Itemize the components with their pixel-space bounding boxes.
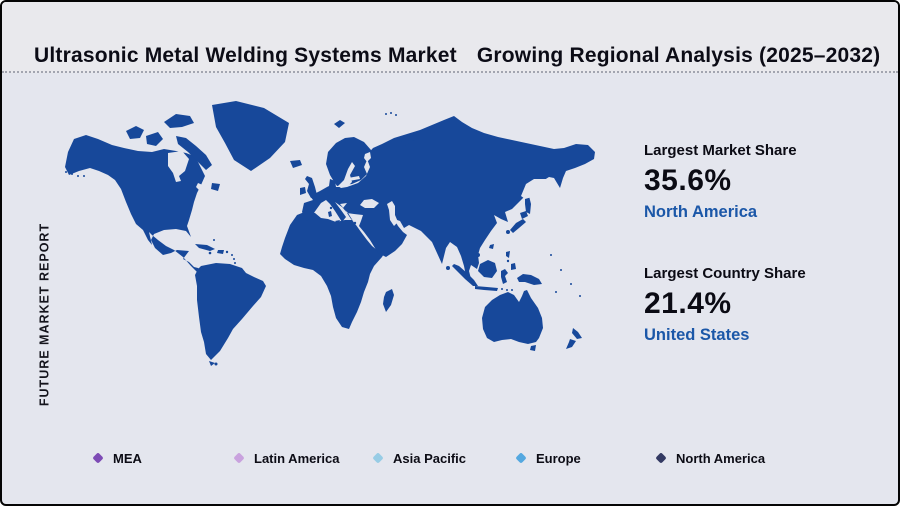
legend-diamond-latin-america (233, 452, 245, 464)
tierra-del-fuego (209, 361, 215, 366)
philippines-mindanao (511, 263, 516, 270)
franz-josef-dot3 (395, 114, 397, 116)
legend-diamond-mea (92, 452, 104, 464)
stat-region: North America (644, 203, 758, 221)
brand-vertical-label: FUTURE MARKET REPORT (37, 222, 52, 407)
philippines-dot (506, 259, 510, 263)
new-zealand-north (572, 328, 582, 339)
jamaica (208, 251, 212, 255)
aleutian-dot3 (77, 175, 79, 177)
sunda-dot3 (511, 289, 513, 291)
stat-label: Largest Country Share (644, 265, 806, 282)
header-band: Ultrasonic Metal Welding Systems Market G… (2, 2, 898, 73)
pacific-dot2 (560, 269, 562, 271)
antilles-dot2 (233, 258, 235, 260)
sunda-dot2 (506, 289, 508, 291)
legend-label: Europe (536, 450, 581, 466)
sri-lanka (446, 266, 450, 270)
cuba (195, 244, 215, 251)
japan-honshu (510, 219, 526, 233)
antilles-dot3 (234, 262, 236, 264)
ireland (300, 187, 306, 195)
legend-item-latin-america: Latin America (233, 449, 374, 467)
puerto-rico (225, 250, 229, 254)
legend-diamond-north-america (655, 452, 667, 464)
pacific-dot3 (570, 283, 572, 285)
aleutian-dot4 (83, 175, 85, 177)
pacific-dot1 (550, 254, 552, 256)
iceland (290, 160, 302, 168)
sardinia (328, 211, 332, 217)
falkland-islands (214, 362, 218, 366)
legend-label: Asia Pacific (393, 450, 466, 466)
borneo (478, 260, 497, 278)
svalbard (334, 120, 345, 128)
arctic-island-banks (126, 126, 144, 139)
legend-diamond-asia-pacific (372, 452, 384, 464)
antilles-dot1 (231, 254, 233, 256)
franz-josef-dot2 (390, 112, 392, 114)
pacific-dot4 (579, 295, 581, 297)
page-title-part1: Ultrasonic Metal Welding Systems Market (34, 44, 457, 67)
stat-largest-country-share: Largest Country Share 21.4% United State… (644, 265, 894, 345)
bahamas-dot (213, 239, 215, 241)
world-map-svg (65, 101, 595, 366)
corsica (329, 206, 333, 210)
australia (482, 290, 543, 344)
new-guinea (517, 274, 542, 285)
tasmania (530, 345, 536, 351)
infographic-frame: Ultrasonic Metal Welding Systems Market G… (0, 0, 900, 506)
stat-value: 35.6% (644, 164, 732, 197)
great-britain (305, 176, 317, 198)
hainan (476, 253, 480, 257)
philippines-luzon (506, 251, 510, 258)
aleutian-dot1 (65, 171, 67, 173)
page-title: Ultrasonic Metal Welding Systems Market G… (34, 44, 880, 68)
legend-label: MEA (113, 450, 142, 466)
legend-item-mea: MEA (92, 449, 235, 467)
legend-item-europe: Europe (515, 449, 657, 467)
page-title-part2: Growing Regional Analysis (2025–2032) (476, 44, 881, 67)
sunda-dot1 (501, 288, 503, 290)
madagascar (383, 289, 394, 312)
new-zealand-south (566, 339, 576, 349)
stat-value: 21.4% (644, 287, 732, 320)
sulawesi (501, 269, 508, 284)
greenland (212, 101, 289, 171)
legend-item-asia-pacific: Asia Pacific (372, 449, 517, 467)
pacific-dot5 (555, 291, 557, 293)
stat-label: Largest Market Share (644, 142, 797, 159)
hispaniola (217, 250, 224, 254)
continents-land (65, 101, 595, 366)
legend-label: North America (676, 450, 766, 466)
stat-largest-market-share: Largest Market Share 35.6% North America (644, 142, 894, 222)
world-map (64, 92, 622, 404)
java (475, 286, 498, 291)
taiwan (489, 244, 494, 249)
crete (353, 221, 357, 225)
stat-region: United States (644, 326, 750, 344)
franz-josef-dot1 (385, 113, 387, 115)
aleutian-dot2 (71, 173, 73, 175)
south-america (195, 263, 266, 360)
arctic-island-ellesmere (164, 114, 194, 128)
legend-diamond-europe (515, 452, 527, 464)
region-legend: MEA Latin America Asia Pacific Europe No… (92, 449, 817, 467)
legend-label: Latin America (254, 450, 340, 466)
japan-kyushu (506, 230, 510, 234)
cyprus (365, 218, 367, 220)
arctic-island-victoria (146, 132, 163, 146)
newfoundland (211, 183, 220, 191)
legend-item-north-america: North America (655, 449, 817, 467)
